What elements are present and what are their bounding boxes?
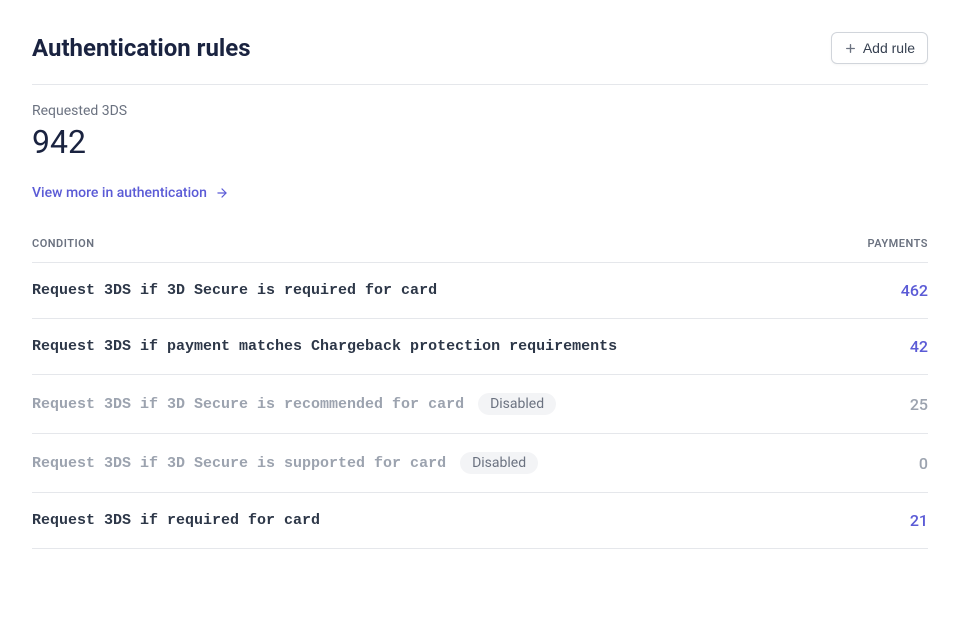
condition-cell: Request 3DS if payment matches Chargebac… — [32, 338, 617, 355]
payments-cell: 0 — [919, 454, 928, 473]
payments-cell: 462 — [901, 281, 928, 300]
status-badge: Disabled — [460, 452, 538, 474]
plus-icon — [844, 42, 857, 55]
condition-cell: Request 3DS if 3D Secure is supported fo… — [32, 452, 538, 474]
condition-text: Request 3DS if 3D Secure is required for… — [32, 282, 437, 299]
table-row[interactable]: Request 3DS if required for card 21 — [32, 493, 928, 549]
table-header: Condition Payments — [32, 237, 928, 263]
page-header: Authentication rules Add rule — [32, 32, 928, 85]
view-more-link[interactable]: View more in authentication — [32, 185, 229, 201]
add-rule-label: Add rule — [863, 40, 915, 56]
add-rule-button[interactable]: Add rule — [831, 32, 928, 64]
rules-table: Condition Payments Request 3DS if 3D Sec… — [32, 237, 928, 549]
metric-value: 942 — [32, 123, 928, 161]
table-row[interactable]: Request 3DS if payment matches Chargebac… — [32, 319, 928, 375]
condition-text: Request 3DS if required for card — [32, 512, 320, 529]
table-body: Request 3DS if 3D Secure is required for… — [32, 263, 928, 549]
condition-text: Request 3DS if 3D Secure is supported fo… — [32, 455, 446, 472]
column-payments: Payments — [868, 237, 929, 250]
status-badge: Disabled — [478, 393, 556, 415]
arrow-right-icon — [215, 186, 229, 200]
condition-cell: Request 3DS if required for card — [32, 512, 320, 529]
metric-block: Requested 3DS 942 — [32, 103, 928, 161]
table-row[interactable]: Request 3DS if 3D Secure is required for… — [32, 263, 928, 319]
metric-label: Requested 3DS — [32, 103, 928, 119]
payments-cell: 42 — [910, 337, 928, 356]
condition-cell: Request 3DS if 3D Secure is required for… — [32, 282, 437, 299]
column-condition: Condition — [32, 237, 95, 250]
condition-text: Request 3DS if 3D Secure is recommended … — [32, 396, 464, 413]
table-row[interactable]: Request 3DS if 3D Secure is recommended … — [32, 375, 928, 434]
table-row[interactable]: Request 3DS if 3D Secure is supported fo… — [32, 434, 928, 493]
condition-text: Request 3DS if payment matches Chargebac… — [32, 338, 617, 355]
condition-cell: Request 3DS if 3D Secure is recommended … — [32, 393, 556, 415]
payments-cell: 21 — [910, 511, 928, 530]
payments-cell: 25 — [910, 395, 928, 414]
view-more-label: View more in authentication — [32, 185, 207, 201]
page-title: Authentication rules — [32, 34, 251, 62]
